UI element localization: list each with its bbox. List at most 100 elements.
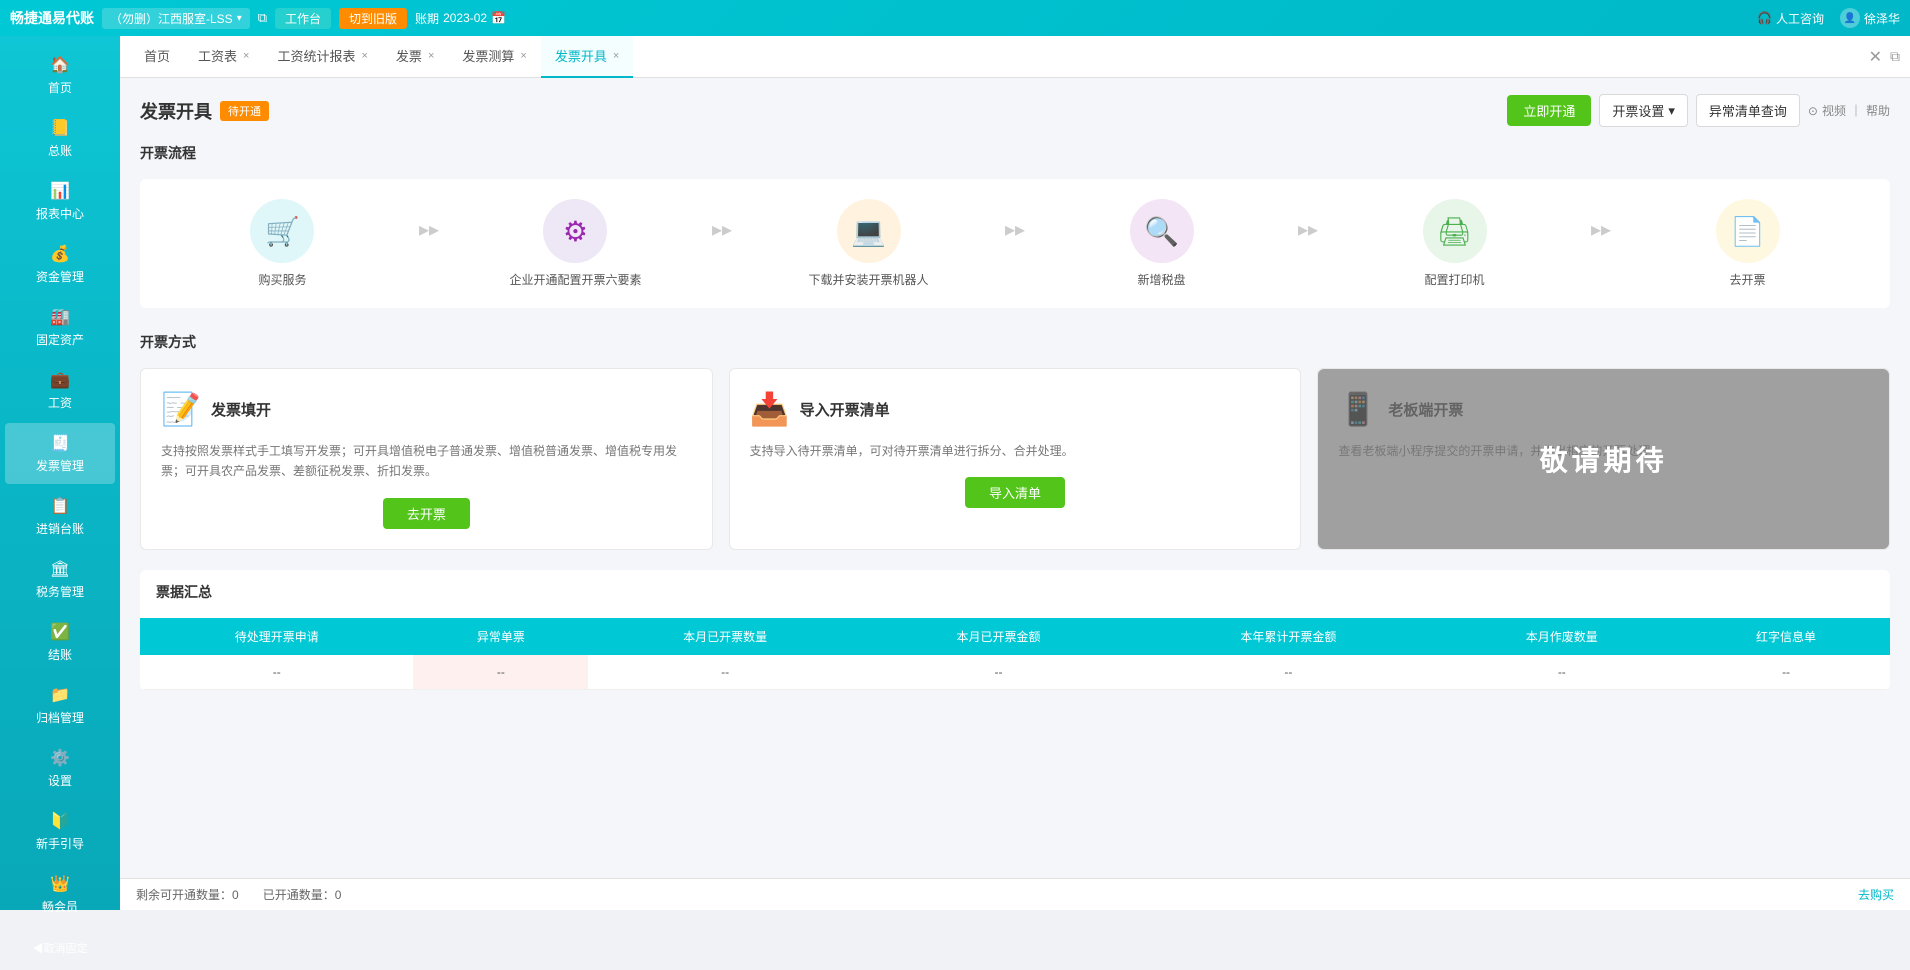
col-month-amount: 本月已开票金额 xyxy=(862,618,1135,655)
opened-label: 已开通数量：0 xyxy=(263,886,342,903)
sidebar-label-archive: 归档管理 xyxy=(36,709,84,726)
pin-sidebar-btn[interactable]: ◀取消固定 xyxy=(5,934,115,962)
sidebar-item-tax[interactable]: 🏛 税务管理 xyxy=(5,549,115,610)
company-dropdown-icon: ▾ xyxy=(237,13,242,24)
sidebar-item-ledger[interactable]: 📒 总账 xyxy=(5,108,115,169)
flow-arrow-2: ▸▸ xyxy=(712,217,732,242)
headset-icon: 🎧 xyxy=(1757,11,1772,25)
flow-arrow-4: ▸▸ xyxy=(1298,217,1318,242)
tab-invoice-tool[interactable]: 发票开具 × xyxy=(541,36,633,78)
import-icon: 📥 xyxy=(750,389,790,429)
top-bar-right: 🎧 人工咨询 👤 徐泽华 xyxy=(1757,8,1900,28)
settings-icon: ⚙️ xyxy=(50,748,70,768)
sidebar-item-home[interactable]: 🏠 首页 xyxy=(5,45,115,106)
download-label: 下载并安装开票机器人 xyxy=(808,271,928,288)
manual-footer: 去开票 xyxy=(161,498,692,529)
import-title: 导入开票清单 xyxy=(800,399,890,420)
flow-step-download: 💻 下载并安装开票机器人 xyxy=(736,199,1001,288)
sidebar-item-purchase[interactable]: 📋 进销台账 xyxy=(5,486,115,547)
sidebar-label-purchase: 进销台账 xyxy=(36,520,84,537)
tab-invoice-calc[interactable]: 发票测算 × xyxy=(448,36,540,78)
period-label: 账期 2023-02 📅 xyxy=(415,10,506,27)
sidebar-label-salary: 工资 xyxy=(48,394,72,411)
boss-overlay: 敬请期待 xyxy=(1318,369,1889,549)
start-icon: 📄 xyxy=(1716,199,1780,263)
boss-overlay-text: 敬请期待 xyxy=(1540,439,1668,479)
cell-red-info: -- xyxy=(1682,655,1890,690)
tax-icon: 🏛 xyxy=(50,559,70,579)
start-label: 去开票 xyxy=(1730,271,1766,288)
dropdown-arrow-icon: ▾ xyxy=(1668,103,1675,119)
member-icon: 👑 xyxy=(50,874,70,894)
guide-icon: 🔰 xyxy=(50,811,70,831)
sidebar-item-reconcile[interactable]: ✅ 结账 xyxy=(5,612,115,673)
col-pending: 待处理开票申请 xyxy=(140,618,413,655)
copy-icon[interactable]: ⧉ xyxy=(258,10,267,26)
calendar-icon[interactable]: 📅 xyxy=(491,11,506,25)
abnormal-query-button[interactable]: 异常清单查询 xyxy=(1696,94,1800,127)
sidebar-label-tax: 税务管理 xyxy=(36,583,84,600)
manual-desc: 支持按照发票样式手工填写开发票；可开具增值税电子普通发票、增值税普通发票、增值税… xyxy=(161,441,692,482)
tab-close-invoice-tool[interactable]: × xyxy=(613,50,619,62)
import-list-button[interactable]: 导入清单 xyxy=(965,477,1065,508)
sidebar-item-archive[interactable]: 📁 归档管理 xyxy=(5,675,115,736)
table-row: -- -- -- -- -- -- -- xyxy=(140,655,1890,690)
sidebar-item-settings[interactable]: ⚙️ 设置 xyxy=(5,738,115,799)
archive-icon: 📁 xyxy=(50,685,70,705)
methods-section-title: 开票方式 xyxy=(140,332,1890,352)
flow-arrow-1: ▸▸ xyxy=(419,217,439,242)
tab-home[interactable]: 首页 xyxy=(130,36,184,78)
app-brand: 畅捷通易代账 xyxy=(10,8,94,28)
manual-title: 发票填开 xyxy=(211,399,271,420)
sidebar-label-ledger: 总账 xyxy=(48,142,72,159)
open-now-button[interactable]: 立即开通 xyxy=(1507,95,1591,126)
restore-tab-btn[interactable]: ⧉ xyxy=(1890,48,1900,65)
switch-btn[interactable]: 切到旧版 xyxy=(339,8,407,29)
tab-close-salary-report[interactable]: × xyxy=(361,50,367,62)
import-desc: 支持导入待开票清单，可对待开票清单进行拆分、合并处理。 xyxy=(750,441,1281,461)
user-avatar: 👤 xyxy=(1840,8,1860,28)
support-btn[interactable]: 🎧 人工咨询 xyxy=(1757,10,1824,27)
sidebar-item-assets[interactable]: 🏭 固定资产 xyxy=(5,297,115,358)
sidebar-item-funds[interactable]: 💰 资金管理 xyxy=(5,234,115,295)
sidebar-label-home: 首页 xyxy=(48,79,72,96)
configure-label: 企业开通配置开票六要素 xyxy=(509,271,641,288)
sidebar-item-member[interactable]: 👑 畅会员 xyxy=(5,864,115,925)
tab-close-salary[interactable]: × xyxy=(243,50,249,62)
workspace-btn[interactable]: 工作台 xyxy=(275,8,331,29)
configure-icon: ⚙ xyxy=(543,199,607,263)
company-label: （勿删）江西服室-LSS xyxy=(110,10,233,27)
page-header: 发票开具 待开通 立即开通 开票设置 ▾ 异常清单查询 ⊙ 视频 ｜ 帮助 xyxy=(140,94,1890,127)
tab-close-invoice[interactable]: × xyxy=(428,50,434,62)
tab-invoice[interactable]: 发票 × xyxy=(382,36,448,78)
flow-arrow-5: ▸▸ xyxy=(1591,217,1611,242)
user-info[interactable]: 👤 徐泽华 xyxy=(1840,8,1900,28)
summary-table-header: 待处理开票申请 异常单票 本月已开票数量 本月已开票金额 本年累计开票金额 本月… xyxy=(140,618,1890,655)
summary-section-title: 票据汇总 xyxy=(140,570,1890,602)
tab-close-invoice-calc[interactable]: × xyxy=(520,50,526,62)
flow-step-configure: ⚙ 企业开通配置开票六要素 xyxy=(443,199,708,288)
tax-disk-label: 新增税盘 xyxy=(1138,271,1186,288)
method-cards: 📝 发票填开 支持按照发票样式手工填写开发票；可开具增值税电子普通发票、增值税普… xyxy=(140,368,1890,550)
sidebar-item-invoice-mgmt[interactable]: 🧾 发票管理 xyxy=(5,423,115,484)
summary-section: 票据汇总 待处理开票申请 异常单票 本月已开票数量 本月已开票金额 本年累计开票… xyxy=(140,570,1890,690)
col-month-count: 本月已开票数量 xyxy=(588,618,861,655)
sidebar-item-guide[interactable]: 🔰 新手引导 xyxy=(5,801,115,862)
sidebar-item-salary[interactable]: 💼 工资 xyxy=(5,360,115,421)
help-link[interactable]: 帮助 xyxy=(1866,102,1890,119)
sidebar-label-settings: 设置 xyxy=(48,772,72,789)
tab-salary-report[interactable]: 工资统计报表 × xyxy=(263,36,381,78)
page-content: 发票开具 待开通 立即开通 开票设置 ▾ 异常清单查询 ⊙ 视频 ｜ 帮助 xyxy=(120,78,1910,878)
video-help-link[interactable]: 视频 xyxy=(1822,102,1846,119)
remaining-label: 剩余可开通数量：0 xyxy=(136,886,239,903)
flow-step-tax-disk: 🔍 新增税盘 xyxy=(1029,199,1294,288)
sidebar-label-guide: 新手引导 xyxy=(36,835,84,852)
buy-service-label: 购买服务 xyxy=(258,271,306,288)
buy-link[interactable]: 去购买 xyxy=(1858,886,1894,903)
company-selector[interactable]: （勿删）江西服室-LSS ▾ xyxy=(102,8,250,29)
tab-salary[interactable]: 工资表 × xyxy=(184,36,263,78)
go-invoice-button[interactable]: 去开票 xyxy=(383,498,470,529)
close-all-tabs-btn[interactable]: ✕ xyxy=(1869,47,1882,67)
sidebar-item-reports[interactable]: 📊 报表中心 xyxy=(5,171,115,232)
open-settings-button[interactable]: 开票设置 ▾ xyxy=(1599,94,1688,127)
